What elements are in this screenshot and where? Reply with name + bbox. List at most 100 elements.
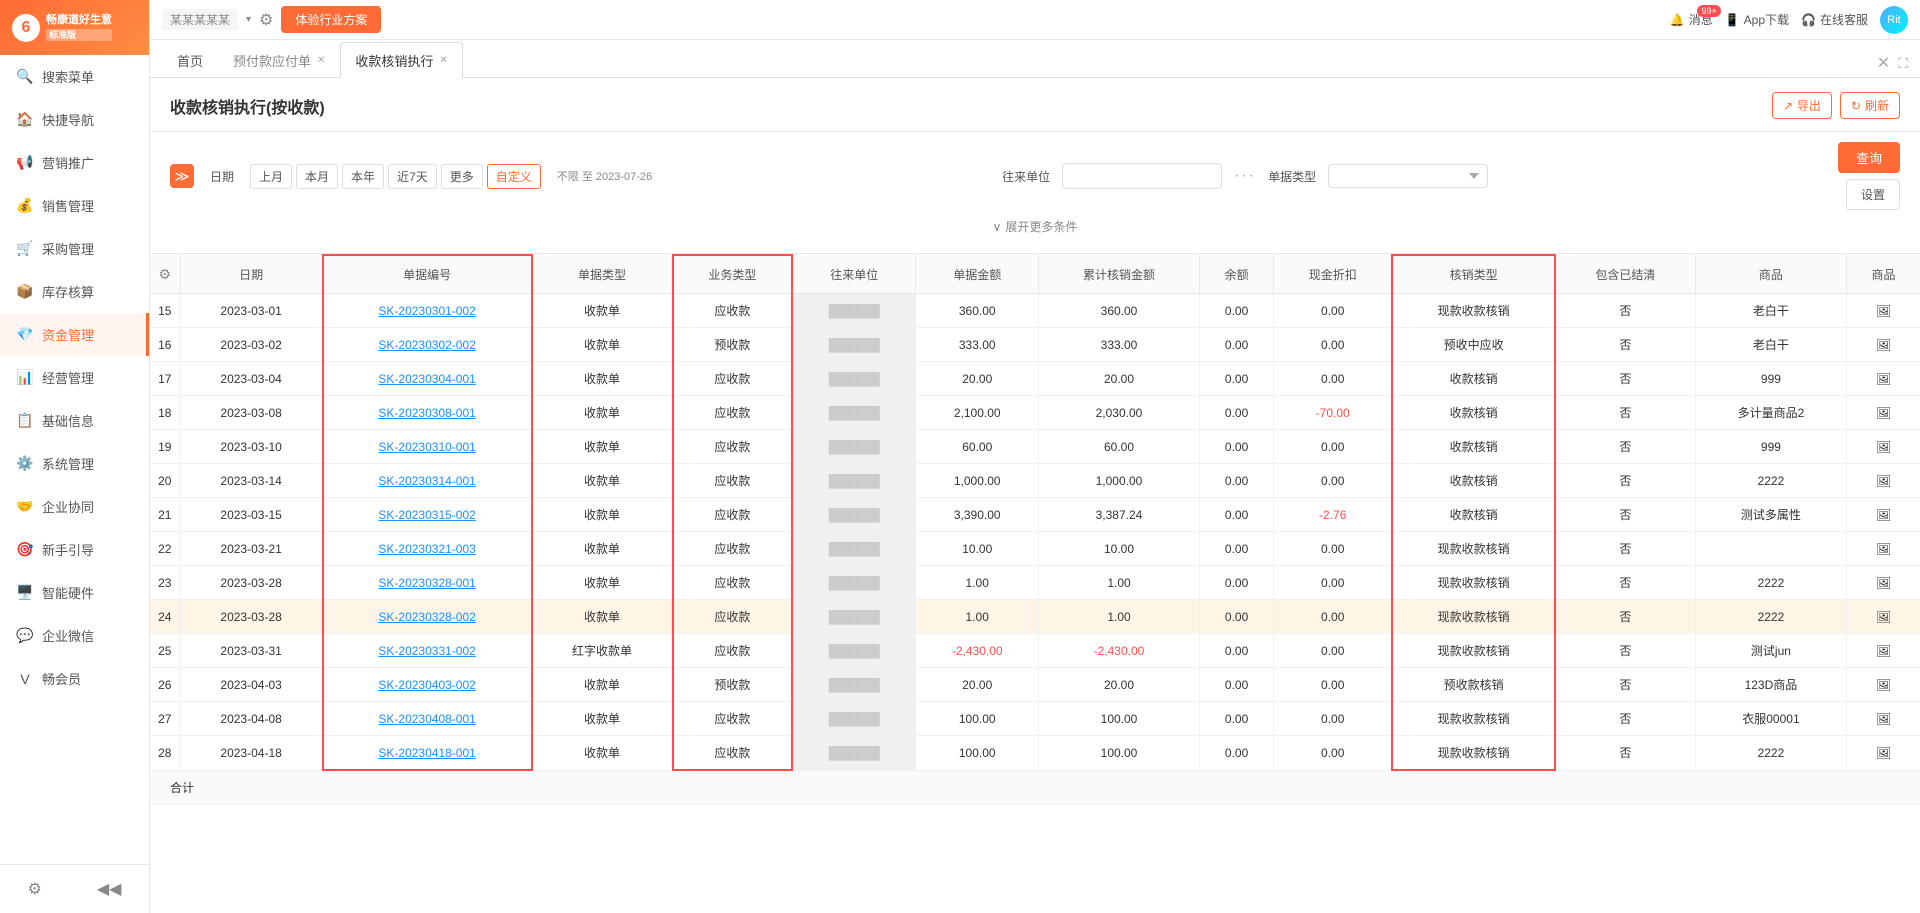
sidebar-item-inventory[interactable]: 📦 库存核算 [0, 270, 149, 313]
tab-prepay[interactable]: 预付款应付单 ✕ [218, 42, 340, 78]
tab-collection-close[interactable]: ✕ [439, 55, 447, 66]
cell-writeoff: 1.00 [1038, 600, 1199, 634]
topbar-gear-icon[interactable]: ⚙ [259, 10, 273, 30]
cell-include-settled: 否 [1555, 464, 1695, 498]
notification-bell[interactable]: 🔔 消息 99+ [1670, 11, 1713, 28]
cell-date: 2023-04-18 [180, 736, 323, 771]
dropdown-arrow-icon[interactable]: ▾ [246, 14, 251, 25]
refresh-button[interactable]: ↻ 刷新 [1840, 92, 1900, 119]
custom-date-btn[interactable]: 自定义 [487, 164, 541, 189]
export-button[interactable]: ↗ 导出 [1772, 92, 1832, 119]
cell-bill-no[interactable]: SK-20230408-001 [323, 702, 532, 736]
expand-conditions-button[interactable]: ∨ 展开更多条件 [993, 214, 1078, 239]
th-gear[interactable]: ⚙ [150, 255, 180, 294]
user-avatar[interactable]: Rit [1880, 6, 1908, 34]
solution-button[interactable]: 体验行业方案 [281, 6, 381, 33]
sidebar-item-quicknav[interactable]: 🏠 快捷导航 [0, 98, 149, 141]
cell-include-settled: 否 [1555, 668, 1695, 702]
sidebar-item-finance[interactable]: 💎 资金管理 [0, 313, 149, 356]
filter-area: ≫ 日期 上月 本月 本年 近7天 更多 自定义 不限 至 2023-07-26… [150, 132, 1920, 254]
bill-no-link[interactable]: SK-20230418-001 [378, 746, 475, 760]
sidebar-item-marketing[interactable]: 📢 营销推广 [0, 141, 149, 184]
system-icon: ⚙️ [16, 455, 34, 473]
sidebar-item-basic[interactable]: 📋 基础信息 [0, 399, 149, 442]
cell-balance: 0.00 [1200, 634, 1274, 668]
table-row: 192023-03-10SK-20230310-001收款单应收款██████6… [150, 430, 1920, 464]
cell-balance: 0.00 [1200, 498, 1274, 532]
bill-type-select[interactable]: 收款单 红字收款单 [1328, 164, 1488, 188]
tab-prepay-label: 预付款应付单 [233, 51, 311, 70]
sidebar-item-system[interactable]: ⚙️ 系统管理 [0, 442, 149, 485]
collapse-icon[interactable]: ◀◀ [91, 873, 128, 905]
bill-no-link[interactable]: SK-20230331-002 [378, 644, 475, 658]
sidebar-item-purchase[interactable]: 🛒 采购管理 [0, 227, 149, 270]
cell-bill-no[interactable]: SK-20230301-002 [323, 294, 532, 328]
counterparty-input[interactable] [1071, 169, 1213, 183]
cell-bill-no[interactable]: SK-20230315-002 [323, 498, 532, 532]
bill-no-link[interactable]: SK-20230310-001 [378, 440, 475, 454]
tab-close-all-icon[interactable]: ✕ [1877, 53, 1890, 73]
sidebar-item-search[interactable]: 🔍 搜索菜单 [0, 55, 149, 98]
data-table-wrapper[interactable]: ⚙ 日期 单据编号 单据类型 业务类型 往来单位 单据金额 累计核销金额 余额 … [150, 254, 1920, 913]
bill-no-link[interactable]: SK-20230314-001 [378, 474, 475, 488]
tab-prepay-close[interactable]: ✕ [317, 55, 325, 66]
settings-bottom-icon[interactable]: ⚙ [22, 873, 48, 905]
cell-bill-no[interactable]: SK-20230302-002 [323, 328, 532, 362]
cell-goods1: 2222 [1695, 736, 1846, 771]
query-button[interactable]: 查询 [1838, 142, 1900, 173]
bill-no-link[interactable]: SK-20230408-001 [378, 712, 475, 726]
this-year-btn[interactable]: 本年 [342, 164, 384, 189]
this-month-btn[interactable]: 本月 [296, 164, 338, 189]
tab-maximize-icon[interactable]: ⛶ [1898, 55, 1908, 72]
app-logo: 6 畅康道好生意 标准版 [0, 0, 149, 55]
tab-home-label: 首页 [177, 51, 203, 70]
app-download-link[interactable]: 📱 App下载 [1725, 11, 1789, 28]
sidebar-item-enterprise[interactable]: 🤝 企业协同 [0, 485, 149, 528]
last-7days-btn[interactable]: 近7天 [388, 164, 437, 189]
sidebar-item-vip[interactable]: V 畅会员 [0, 657, 149, 700]
cell-bill-no[interactable]: SK-20230308-001 [323, 396, 532, 430]
bill-no-link[interactable]: SK-20230328-002 [378, 610, 475, 624]
last-month-btn[interactable]: 上月 [250, 164, 292, 189]
cell-bill-no[interactable]: SK-20230310-001 [323, 430, 532, 464]
export-icon: ↗ [1783, 99, 1793, 113]
filter-toggle-button[interactable]: ≫ [170, 164, 194, 188]
cell-bill-no[interactable]: SK-20230331-002 [323, 634, 532, 668]
cell-bill-no[interactable]: SK-20230314-001 [323, 464, 532, 498]
phone-icon: 📱 [1725, 13, 1740, 27]
sidebar-item-operations[interactable]: 📊 经营管理 [0, 356, 149, 399]
cell-bill-no[interactable]: SK-20230418-001 [323, 736, 532, 771]
bill-no-link[interactable]: SK-20230403-002 [378, 678, 475, 692]
cell-no: 18 [150, 396, 180, 430]
cell-bill-no[interactable]: SK-20230321-003 [323, 532, 532, 566]
tab-collection[interactable]: 收款核销执行 ✕ [340, 42, 462, 78]
sidebar-item-hardware[interactable]: 🖥️ 智能硬件 [0, 571, 149, 614]
cell-bill-type: 收款单 [532, 294, 673, 328]
bill-no-link[interactable]: SK-20230302-002 [378, 338, 475, 352]
cell-bill-no[interactable]: SK-20230304-001 [323, 362, 532, 396]
more-date-btn[interactable]: 更多 [441, 164, 483, 189]
cell-bill-no[interactable]: SK-20230328-002 [323, 600, 532, 634]
gear-icon: ⚙ [158, 266, 171, 282]
cell-no: 23 [150, 566, 180, 600]
cell-bill-no[interactable]: SK-20230403-002 [323, 668, 532, 702]
cell-amount: 3,390.00 [916, 498, 1039, 532]
bill-no-link[interactable]: SK-20230304-001 [378, 372, 475, 386]
bill-no-link[interactable]: SK-20230315-002 [378, 508, 475, 522]
sidebar-item-wechat[interactable]: 💬 企业微信 [0, 614, 149, 657]
cell-bill-no[interactable]: SK-20230328-001 [323, 566, 532, 600]
sidebar-item-guide[interactable]: 🎯 新手引导 [0, 528, 149, 571]
settings-button[interactable]: 设置 [1846, 179, 1900, 210]
sidebar: 6 畅康道好生意 标准版 🔍 搜索菜单 🏠 快捷导航 📢 营销推广 💰 销售管理… [0, 0, 150, 913]
chart-icon: 📊 [16, 369, 34, 387]
bill-no-link[interactable]: SK-20230328-001 [378, 576, 475, 590]
online-service-link[interactable]: 🎧 在线客服 [1801, 11, 1868, 28]
cell-goods1 [1695, 532, 1846, 566]
tab-home[interactable]: 首页 [162, 42, 218, 78]
bill-no-link[interactable]: SK-20230308-001 [378, 406, 475, 420]
cell-date: 2023-03-15 [180, 498, 323, 532]
bill-no-link[interactable]: SK-20230301-002 [378, 304, 475, 318]
tabbar: 首页 预付款应付单 ✕ 收款核销执行 ✕ ✕ ⛶ [150, 40, 1920, 78]
sidebar-item-sales[interactable]: 💰 销售管理 [0, 184, 149, 227]
bill-no-link[interactable]: SK-20230321-003 [378, 542, 475, 556]
